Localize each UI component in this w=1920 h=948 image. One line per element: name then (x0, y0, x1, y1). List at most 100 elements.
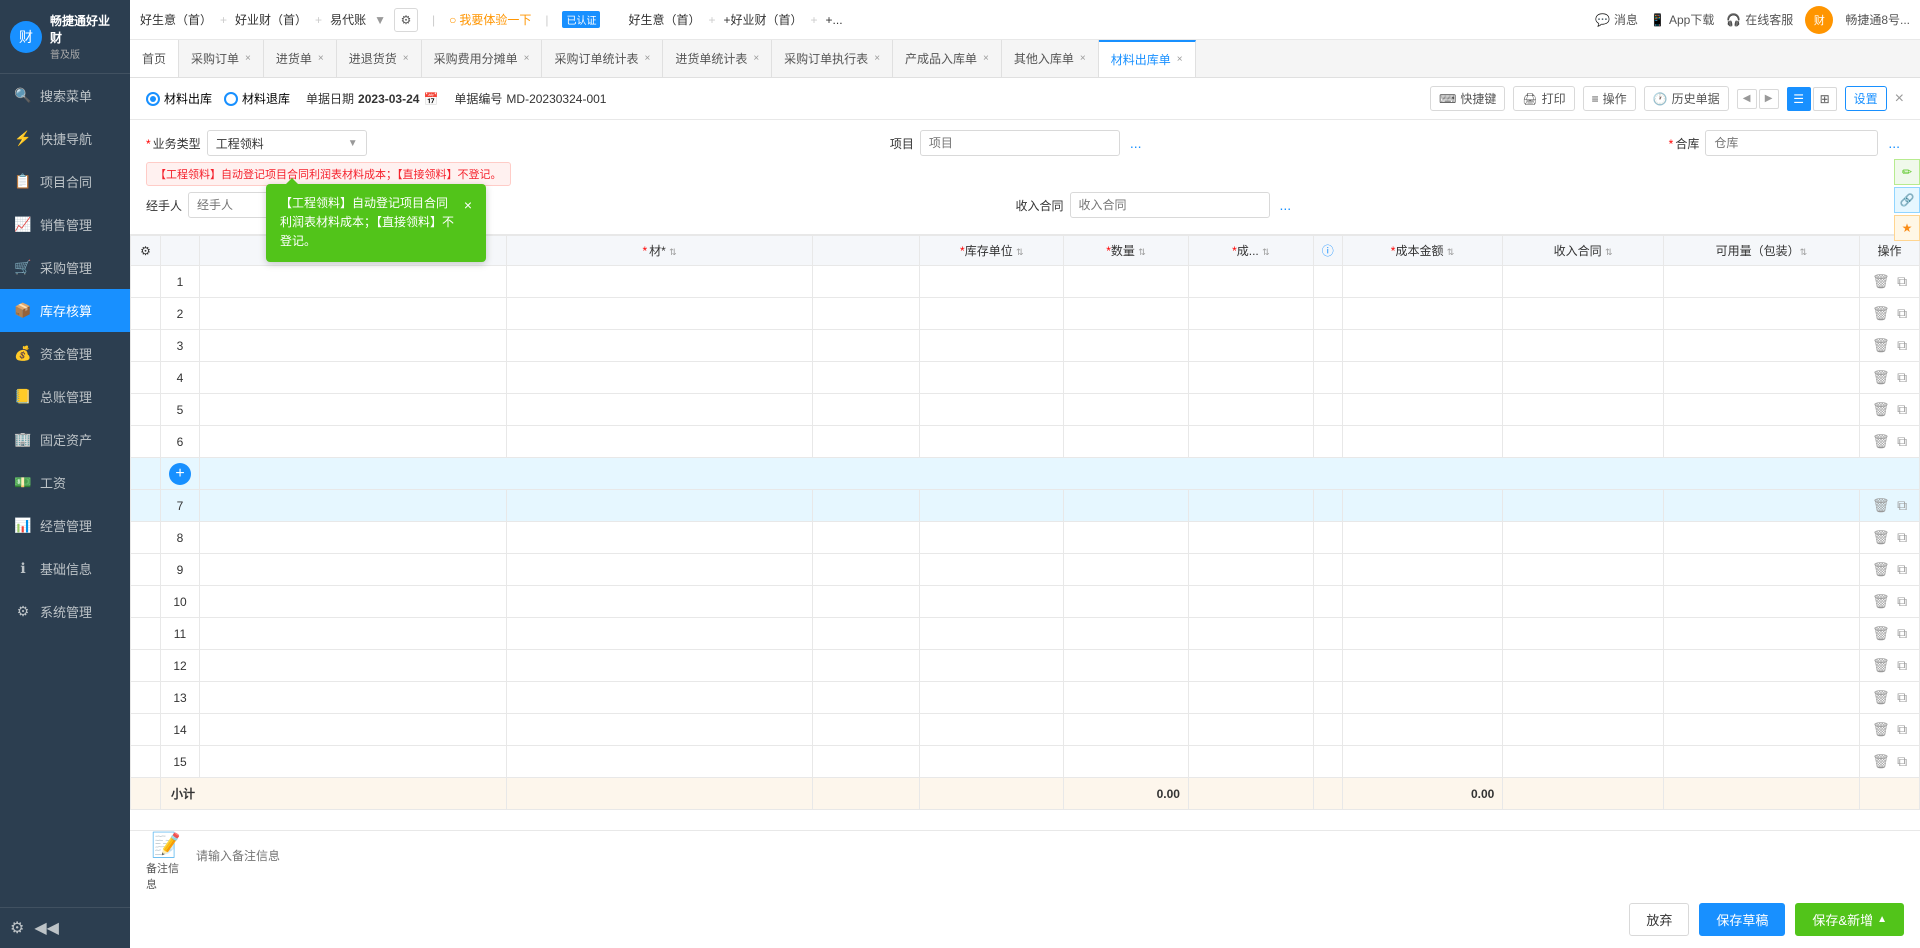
td-cost-price-1[interactable] (1188, 266, 1313, 298)
sidebar-item-库存核算[interactable]: 📦库存核算 (0, 289, 130, 332)
next-arrow[interactable]: ▶ (1759, 89, 1779, 109)
td-cost-price-10[interactable] (1188, 586, 1313, 618)
delete-row-btn-2[interactable]: 🗑 (1872, 305, 1890, 321)
tab-close-incoming[interactable]: × (318, 53, 324, 64)
topbar-nav-haoyecai[interactable]: 好业财（首） (235, 11, 307, 28)
td-material-6[interactable] (506, 426, 813, 458)
td-material-5[interactable] (506, 394, 813, 426)
td-material-3[interactable] (506, 330, 813, 362)
td-unit-13[interactable] (920, 682, 1064, 714)
copy-row-btn-4[interactable]: ⧉ (1897, 369, 1907, 385)
sidebar-collapse-icon[interactable]: ◀◀ (34, 918, 59, 938)
td-qty-2[interactable] (1064, 298, 1189, 330)
warehouse-input[interactable] (1705, 130, 1878, 156)
discard-button[interactable]: 放弃 (1629, 903, 1689, 936)
tab-close-purchase-expense[interactable]: × (524, 53, 530, 64)
td-available-8[interactable] (1663, 522, 1859, 554)
td-cost-amount-8[interactable] (1342, 522, 1503, 554)
td-material-1[interactable] (506, 266, 813, 298)
topbar-nav-dropdown[interactable]: ▼ (374, 13, 386, 27)
td-available-1[interactable] (1663, 266, 1859, 298)
page-close-btn[interactable]: × (1895, 90, 1904, 108)
td-available-5[interactable] (1663, 394, 1859, 426)
td-cost-amount-3[interactable] (1342, 330, 1503, 362)
td-cost-amount-2[interactable] (1342, 298, 1503, 330)
td-unit-4[interactable] (920, 362, 1064, 394)
topbar-nav2-haoyecai[interactable]: +好业财（首） (724, 11, 803, 28)
right-float-edit-btn[interactable]: ✏ (1894, 159, 1920, 185)
td-material-11[interactable] (506, 618, 813, 650)
user-avatar[interactable]: 财 (1805, 6, 1833, 34)
prev-arrow[interactable]: ◀ (1737, 89, 1757, 109)
td-income-contract-14[interactable] (1503, 714, 1664, 746)
right-float-link-btn[interactable]: 🔗 (1894, 187, 1920, 213)
td-cost-price-2[interactable] (1188, 298, 1313, 330)
tab-close-purchase-stats[interactable]: × (644, 53, 650, 64)
topbar-online-service[interactable]: 🎧 在线客服 (1726, 11, 1793, 28)
td-project-15[interactable] (200, 746, 507, 778)
delete-row-btn-13[interactable]: 🗑 (1872, 689, 1890, 705)
td-available-15[interactable] (1663, 746, 1859, 778)
tab-close-other-inbound[interactable]: × (1080, 53, 1086, 64)
sidebar-settings-icon[interactable]: ⚙ (10, 918, 24, 938)
calendar-icon[interactable]: 📅 (423, 92, 438, 106)
tab-incoming-stats[interactable]: 进货单统计表 × (663, 40, 772, 78)
topbar-nav2-haoshengyi[interactable]: 好生意（首） (628, 11, 700, 28)
td-project-10[interactable] (200, 586, 507, 618)
notes-input[interactable] (196, 841, 1904, 881)
user-name[interactable]: 畅捷通8号... (1845, 11, 1910, 28)
td-income-contract-15[interactable] (1503, 746, 1664, 778)
tab-incoming[interactable]: 进货单 × (264, 40, 337, 78)
tab-other-inbound[interactable]: 其他入库单 × (1002, 40, 1099, 78)
td-cost-price-7[interactable] (1188, 490, 1313, 522)
td-income-contract-4[interactable] (1503, 362, 1664, 394)
td-cost-amount-13[interactable] (1342, 682, 1503, 714)
td-qty-11[interactable] (1064, 618, 1189, 650)
td-qty-9[interactable] (1064, 554, 1189, 586)
th-setting[interactable]: ⚙ (131, 236, 161, 266)
td-cost-amount-12[interactable] (1342, 650, 1503, 682)
topbar-app-download[interactable]: 📱 App下载 (1650, 11, 1714, 28)
td-material-9[interactable] (506, 554, 813, 586)
td-qty-1[interactable] (1064, 266, 1189, 298)
td-material-12[interactable] (506, 650, 813, 682)
td-material-8[interactable] (506, 522, 813, 554)
td-cost-amount-5[interactable] (1342, 394, 1503, 426)
topbar-nav-yidaizhang[interactable]: 易代账 (330, 11, 366, 28)
td-project-2[interactable] (200, 298, 507, 330)
print-btn[interactable]: 🖨 打印 (1513, 86, 1574, 111)
td-income-contract-3[interactable] (1503, 330, 1664, 362)
delete-row-btn-5[interactable]: 🗑 (1872, 401, 1890, 417)
tab-incoming-return[interactable]: 进退货货 × (337, 40, 422, 78)
td-cost-amount-7[interactable] (1342, 490, 1503, 522)
tab-purchase-execute[interactable]: 采购订单执行表 × (772, 40, 893, 78)
td-project-5[interactable] (200, 394, 507, 426)
input-material-7[interactable] (515, 499, 805, 513)
copy-row-btn-8[interactable]: ⧉ (1897, 529, 1907, 545)
th-qty[interactable]: *数量 ⇅ (1064, 236, 1189, 266)
td-material-10[interactable] (506, 586, 813, 618)
topbar-message[interactable]: 💬 消息 (1595, 11, 1638, 28)
delete-row-btn-14[interactable]: 🗑 (1872, 721, 1890, 737)
td-unit-1[interactable] (920, 266, 1064, 298)
td-cost-price-14[interactable] (1188, 714, 1313, 746)
sidebar-item-资金管理[interactable]: 💰资金管理 (0, 332, 130, 375)
td-project-1[interactable] (200, 266, 507, 298)
td-qty-6[interactable] (1064, 426, 1189, 458)
tab-purchase-stats[interactable]: 采购订单统计表 × (542, 40, 663, 78)
td-cost-amount-10[interactable] (1342, 586, 1503, 618)
delete-row-btn-12[interactable]: 🗑 (1872, 657, 1890, 673)
sidebar-item-快捷导航[interactable]: ⚡快捷导航 (0, 117, 130, 160)
tab-purchase-expense[interactable]: 采购费用分摊单 × (422, 40, 543, 78)
td-project-4[interactable] (200, 362, 507, 394)
td-unit-9[interactable] (920, 554, 1064, 586)
save-new-button[interactable]: 保存&新增 ▲ (1795, 903, 1904, 936)
sidebar-item-固定资产[interactable]: 🏢固定资产 (0, 418, 130, 461)
td-project-7[interactable] (200, 490, 507, 522)
th-income-contract[interactable]: 收入合同 ⇅ (1503, 236, 1664, 266)
td-available-3[interactable] (1663, 330, 1859, 362)
td-material-14[interactable] (506, 714, 813, 746)
td-cost-price-13[interactable] (1188, 682, 1313, 714)
sidebar-item-工资[interactable]: 💵工资 (0, 461, 130, 504)
td-cost-amount-15[interactable] (1342, 746, 1503, 778)
